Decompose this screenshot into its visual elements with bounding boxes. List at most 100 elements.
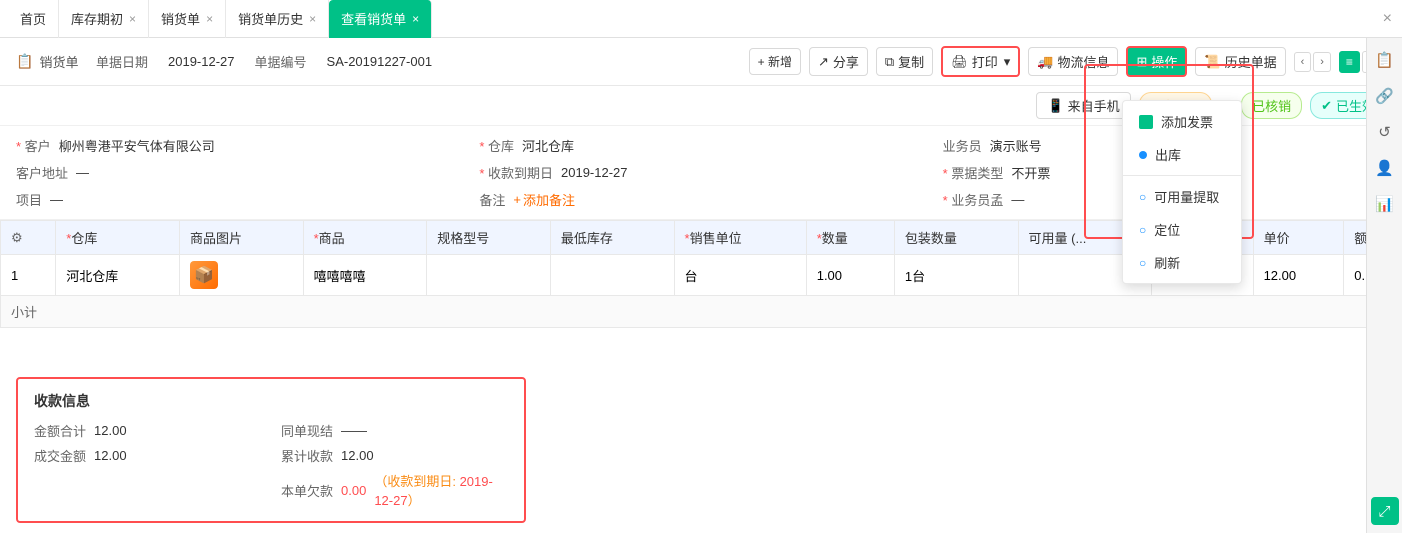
doc-icon: 📋 bbox=[16, 53, 33, 70]
sidebar-icon-2[interactable]: 🔗 bbox=[1371, 82, 1399, 110]
deal-amount-value: 12.00 bbox=[94, 448, 127, 463]
col-unit-price: 单价 bbox=[1253, 221, 1344, 255]
project-value: — bbox=[50, 192, 63, 207]
tab-view-sales[interactable]: 查看销货单 × bbox=[329, 0, 432, 38]
doc-no-label: 单据编号 bbox=[255, 52, 307, 71]
tab-view-sales-close[interactable]: × bbox=[412, 12, 419, 26]
list-view-button[interactable]: ≡ bbox=[1339, 51, 1360, 73]
sidebar-expand-button[interactable]: ⤢ bbox=[1371, 497, 1399, 525]
row-sales-unit: 台 bbox=[674, 255, 806, 296]
doc-toolbar: + 新增 ↗ 分享 ⧉ 复制 🖨 打印 ▾ 🚚 物流信息 bbox=[749, 46, 1386, 77]
locate-label: 定位 bbox=[1154, 220, 1180, 239]
customer-value: 柳州粤港平安气体有限公司 bbox=[59, 136, 215, 155]
row-pack-qty: 1台 bbox=[894, 255, 1018, 296]
mobile-button[interactable]: 📱 来自手机 bbox=[1036, 92, 1130, 119]
row-min-stock bbox=[550, 255, 674, 296]
copy-icon: ⧉ bbox=[885, 54, 894, 70]
dot-blue-icon bbox=[1139, 151, 1147, 159]
tab-sales-order[interactable]: 销货单 × bbox=[149, 0, 226, 38]
plus-icon: + bbox=[513, 192, 521, 207]
doc-header: 📋 销货单 单据日期 2019-12-27 单据编号 SA-20191227-0… bbox=[0, 38, 1402, 86]
refresh-label: 刷新 bbox=[1154, 253, 1180, 272]
warehouse-row: 仓库 河北仓库 bbox=[479, 136, 922, 155]
check-circle-icon: ✔ bbox=[1321, 98, 1332, 114]
mobile-icon: 📱 bbox=[1047, 98, 1063, 114]
project-label: 项目 bbox=[16, 190, 42, 209]
outstanding-due-date: 2019-12-27 bbox=[374, 474, 492, 508]
col-spec: 规格型号 bbox=[427, 221, 551, 255]
nav-arrows: ‹ › bbox=[1294, 52, 1331, 72]
col-sales-unit: *销售单位 bbox=[674, 221, 806, 255]
payment-date-label: 收款到期日 bbox=[479, 163, 553, 182]
square-icon bbox=[1139, 115, 1153, 129]
locate-item[interactable]: ○ 定位 bbox=[1123, 213, 1241, 246]
new-button[interactable]: + 新增 bbox=[749, 48, 801, 75]
address-row: 客户地址 — bbox=[16, 163, 459, 182]
sidebar-icon-4[interactable]: 👤 bbox=[1371, 154, 1399, 182]
payment-info-title: 收款信息 bbox=[34, 391, 508, 411]
circle-icon-1: ○ bbox=[1139, 190, 1146, 204]
col-pack-qty: 包装数量 bbox=[894, 221, 1018, 255]
outstanding-label: 本单欠款 bbox=[281, 481, 333, 500]
tab-sales-history[interactable]: 销货单历史 × bbox=[226, 0, 329, 38]
print-button[interactable]: 🖨 打印 ▾ bbox=[941, 46, 1020, 77]
settings-icon[interactable]: ⚙ bbox=[11, 230, 23, 245]
available-qty-item[interactable]: ○ 可用量提取 bbox=[1123, 180, 1241, 213]
subtotal-row: 小计 bbox=[1, 296, 1402, 328]
subtotal-label: 小计 bbox=[1, 296, 1402, 328]
outstanding-row: 本单欠款 0.00 （收款到期日: 2019-12-27） bbox=[281, 471, 508, 509]
tab-view-sales-label: 查看销货单 bbox=[341, 9, 406, 28]
row-quantity: 1.00 bbox=[806, 255, 894, 296]
operate-button[interactable]: ⊞ 操作 bbox=[1126, 46, 1187, 77]
copy-button[interactable]: ⧉ 复制 bbox=[876, 47, 933, 76]
customer-row: 客户 柳州粤港平安气体有限公司 bbox=[16, 136, 459, 155]
remark-label: 备注 bbox=[479, 190, 505, 209]
tab-home[interactable]: 首页 bbox=[8, 0, 59, 38]
circle-icon-2: ○ bbox=[1139, 223, 1146, 237]
prev-record-button[interactable]: ‹ bbox=[1294, 52, 1312, 72]
next-record-button[interactable]: › bbox=[1313, 52, 1331, 72]
history-button[interactable]: 📜 历史单据 bbox=[1195, 47, 1285, 76]
row-product: 嘻嘻嘻嘻 bbox=[303, 255, 427, 296]
outbound-item[interactable]: 出库 bbox=[1123, 138, 1241, 171]
outstanding-note: （收款到期日: 2019-12-27） bbox=[374, 471, 508, 509]
row-warehouse: 河北仓库 bbox=[56, 255, 180, 296]
staff-label: 业务员 bbox=[943, 136, 982, 155]
tab-home-label: 首页 bbox=[20, 9, 46, 28]
sidebar-icon-1[interactable]: 📋 bbox=[1371, 46, 1399, 74]
tab-inventory-close[interactable]: × bbox=[129, 12, 136, 26]
tab-inventory-init[interactable]: 库存期初 × bbox=[59, 0, 149, 38]
ticket-type-label: 票据类型 bbox=[943, 163, 1004, 182]
staff-value: 演示账号 bbox=[990, 136, 1042, 155]
dropdown-divider bbox=[1123, 175, 1241, 176]
doc-type: 📋 销货单 bbox=[16, 52, 96, 71]
window-close-button[interactable]: × bbox=[1383, 10, 1392, 28]
add-remark-button[interactable]: + 添加备注 bbox=[513, 190, 575, 209]
col-settings[interactable]: ⚙ bbox=[1, 221, 56, 255]
share-button[interactable]: ↗ 分享 bbox=[809, 47, 868, 76]
add-invoice-item[interactable]: 添加发票 bbox=[1123, 105, 1241, 138]
tab-sales-order-label: 销货单 bbox=[161, 9, 200, 28]
sidebar-icon-5[interactable]: 📊 bbox=[1371, 190, 1399, 218]
available-qty-label: 可用量提取 bbox=[1154, 187, 1219, 206]
payment-info-grid: 金额合计 12.00 同单现结 —— 成交金额 12.00 累计收款 12.00… bbox=[34, 421, 508, 509]
tab-sales-order-close[interactable]: × bbox=[206, 12, 213, 26]
tab-sales-history-close[interactable]: × bbox=[309, 12, 316, 26]
operate-dropdown: 添加发票 出库 ○ 可用量提取 ○ 定位 ○ 刷新 bbox=[1122, 100, 1242, 284]
payment-info-box: 收款信息 金额合计 12.00 同单现结 —— 成交金额 12.00 累计收款 … bbox=[16, 377, 526, 523]
product-image: 📦 bbox=[190, 261, 218, 289]
checked-badge: 已核销 bbox=[1241, 92, 1302, 119]
row-product-img: 📦 bbox=[179, 255, 303, 296]
circle-icon-3: ○ bbox=[1139, 256, 1146, 270]
tab-inventory-label: 库存期初 bbox=[71, 9, 123, 28]
operate-icon: ⊞ bbox=[1136, 54, 1147, 70]
print-icon: 🖨 bbox=[951, 54, 968, 70]
ticket-type-value: 不开票 bbox=[1011, 163, 1050, 182]
sidebar-icon-3[interactable]: ↺ bbox=[1371, 118, 1399, 146]
refresh-item[interactable]: ○ 刷新 bbox=[1123, 246, 1241, 279]
logistics-button[interactable]: 🚚 物流信息 bbox=[1028, 47, 1118, 76]
col-product-img: 商品图片 bbox=[179, 221, 303, 255]
col-quantity: *数量 bbox=[806, 221, 894, 255]
tab-sales-history-label: 销货单历史 bbox=[238, 9, 303, 28]
add-invoice-label: 添加发票 bbox=[1161, 112, 1213, 131]
